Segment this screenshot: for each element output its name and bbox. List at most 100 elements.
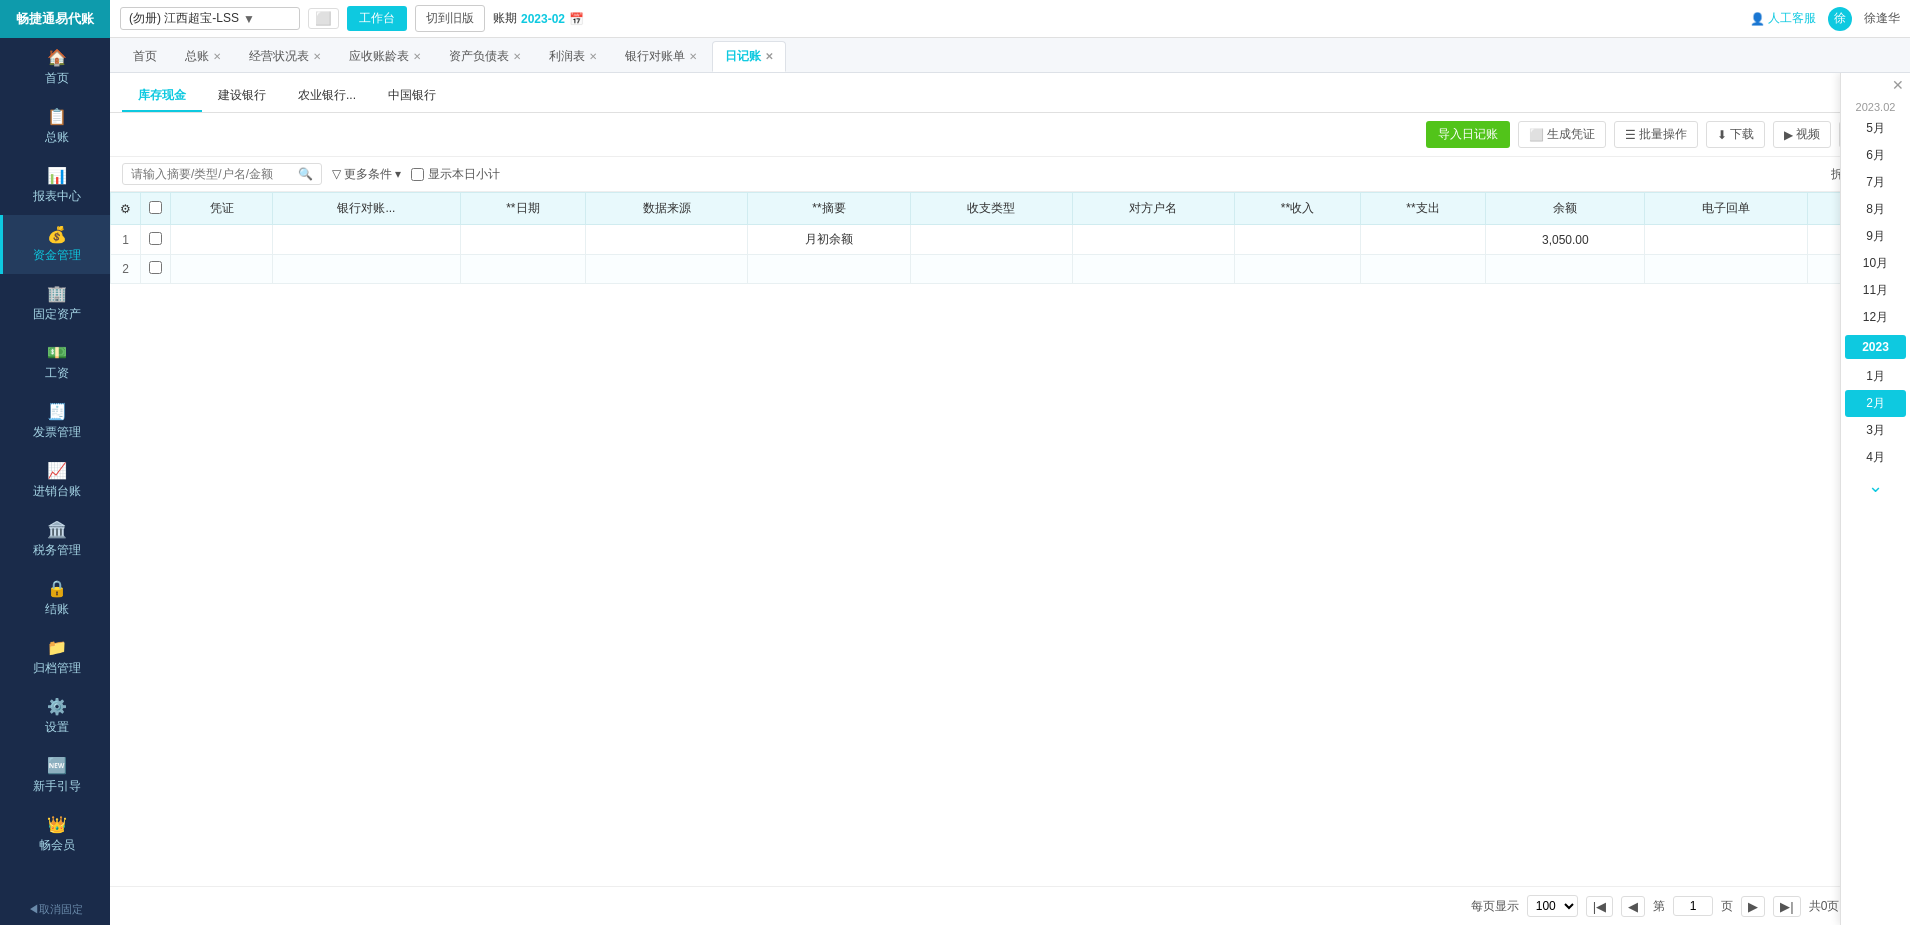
video-button[interactable]: ▶ 视频 (1773, 121, 1831, 148)
settings-icon: ⚙️ (47, 697, 67, 716)
prev-page-button[interactable]: ◀ (1621, 896, 1645, 917)
daily-subtotal-label: 显示本日小计 (428, 166, 500, 183)
sidebar-item-report[interactable]: 📊 报表中心 (0, 156, 110, 215)
first-page-button[interactable]: |◀ (1586, 896, 1613, 917)
date-month-prev7[interactable]: 11月 (1841, 277, 1910, 304)
download-button[interactable]: ⬇ 下载 (1706, 121, 1765, 148)
tab-assets-label: 资产负债表 (449, 48, 509, 65)
date-month-prev1[interactable]: 5月 (1841, 115, 1910, 142)
bank-tab-construction[interactable]: 建设银行 (202, 81, 282, 112)
sidebar-item-label: 总账 (45, 129, 69, 146)
date-panel-down-icon[interactable]: ⌄ (1841, 471, 1910, 501)
sidebar-item-label: 发票管理 (33, 424, 81, 441)
user-name: 徐逢华 (1864, 10, 1900, 27)
sidebar-item-closing[interactable]: 🔒 结账 (0, 569, 110, 628)
journal-table: ⚙ 凭证 银行对账... **日期 数据来源 **摘要 收支类型 对方户名 **… (110, 192, 1910, 284)
date-panel: ✕ 2023.02 5月 6月 7月 8月 9月 10月 11月 12月 202… (1840, 73, 1910, 925)
date-month-prev5[interactable]: 9月 (1841, 223, 1910, 250)
col-check[interactable] (141, 193, 171, 225)
oldver-button[interactable]: 切到旧版 (415, 5, 485, 32)
tab-general-close[interactable]: ✕ (213, 51, 221, 62)
tab-bankstatement[interactable]: 银行对账单 ✕ (612, 41, 710, 72)
tab-assets-close[interactable]: ✕ (513, 51, 521, 62)
sidebar-item-label: 新手引导 (33, 778, 81, 795)
import-journal-button[interactable]: 导入日记账 (1426, 121, 1510, 148)
bank-tab-cash[interactable]: 库存现金 (122, 81, 202, 112)
tab-manage[interactable]: 经营状况表 ✕ (236, 41, 334, 72)
batch-icon: ☰ (1625, 128, 1636, 142)
page-number-input[interactable] (1673, 896, 1713, 916)
date-month-4[interactable]: 4月 (1841, 444, 1910, 471)
row1-checkbox[interactable] (149, 232, 162, 245)
daily-subtotal-check[interactable] (411, 168, 424, 181)
daily-subtotal-checkbox[interactable]: 显示本日小计 (411, 166, 500, 183)
bank-tab-china[interactable]: 中国银行 (372, 81, 452, 112)
row2-check[interactable] (141, 255, 171, 284)
search-input[interactable] (131, 167, 294, 181)
report-icon: 📊 (47, 166, 67, 185)
date-month-3[interactable]: 3月 (1841, 417, 1910, 444)
col-settings[interactable]: ⚙ (111, 193, 141, 225)
sidebar-item-label: 首页 (45, 70, 69, 87)
sidebar-item-settings[interactable]: ⚙️ 设置 (0, 687, 110, 746)
date-month-prev6[interactable]: 10月 (1841, 250, 1910, 277)
row1-summary: 月初余额 (748, 225, 910, 255)
closing-icon: 🔒 (47, 579, 67, 598)
sidebar-item-finance[interactable]: 💰 资金管理 (0, 215, 110, 274)
tab-journal-close[interactable]: ✕ (765, 51, 773, 62)
tab-profit-close[interactable]: ✕ (589, 51, 597, 62)
tab-home[interactable]: 首页 (120, 41, 170, 72)
tab-journal[interactable]: 日记账 ✕ (712, 41, 786, 72)
date-month-prev2[interactable]: 6月 (1841, 142, 1910, 169)
sidebar-item-home[interactable]: 🏠 首页 (0, 38, 110, 97)
row2-bank-match (273, 255, 460, 284)
unpin-button[interactable]: ◀取消固定 (0, 894, 110, 925)
date-year-2023[interactable]: 2023 (1845, 335, 1906, 359)
tab-manage-close[interactable]: ✕ (313, 51, 321, 62)
sidebar-item-label: 工资 (45, 365, 69, 382)
sidebar-item-guide[interactable]: 🆕 新手引导 (0, 746, 110, 805)
sidebar-item-salary[interactable]: 💵 工资 (0, 333, 110, 392)
row1-voucher (171, 225, 273, 255)
action-toolbar: 导入日记账 ⬜ 生成凭证 ☰ 批量操作 ⬇ 下载 ▶ 视频 (110, 113, 1910, 157)
sidebar-item-inout[interactable]: 📈 进销台账 (0, 451, 110, 510)
row1-bank-match (273, 225, 460, 255)
per-page-select[interactable]: 100 50 200 (1527, 895, 1578, 917)
user-service[interactable]: 👤 人工客服 (1750, 10, 1816, 27)
archive-icon: 📁 (47, 638, 67, 657)
tab-bankstatement-close[interactable]: ✕ (689, 51, 697, 62)
tab-profit[interactable]: 利润表 ✕ (536, 41, 610, 72)
batch-button[interactable]: ☰ 批量操作 (1614, 121, 1698, 148)
sidebar-item-invoice[interactable]: 🧾 发票管理 (0, 392, 110, 451)
date-month-prev4[interactable]: 8月 (1841, 196, 1910, 223)
sidebar-item-member[interactable]: 👑 畅会员 (0, 805, 110, 864)
date-month-2[interactable]: 2月 (1845, 390, 1906, 417)
search-box[interactable]: 🔍 (122, 163, 322, 185)
check-all[interactable] (149, 201, 162, 214)
row2-ereceipt (1645, 255, 1807, 284)
company-selector[interactable]: (勿册) 江西超宝-LSS ▼ (120, 7, 300, 30)
row1-check[interactable] (141, 225, 171, 255)
bank-tab-agriculture[interactable]: 农业银行... (282, 81, 372, 112)
sidebar-item-tax[interactable]: 🏛️ 税务管理 (0, 510, 110, 569)
tab-general[interactable]: 总账 ✕ (172, 41, 234, 72)
sidebar-item-archive[interactable]: 📁 归档管理 (0, 628, 110, 687)
generate-voucher-button[interactable]: ⬜ 生成凭证 (1518, 121, 1606, 148)
row2-checkbox[interactable] (149, 261, 162, 274)
workbench-button[interactable]: 工作台 (347, 6, 407, 31)
date-month-prev8[interactable]: 12月 (1841, 304, 1910, 331)
next-page-button[interactable]: ▶ (1741, 896, 1765, 917)
date-panel-close[interactable]: ✕ (1841, 73, 1910, 97)
date-month-prev3[interactable]: 7月 (1841, 169, 1910, 196)
sidebar-item-fixed[interactable]: 🏢 固定资产 (0, 274, 110, 333)
row2-counterpart (1072, 255, 1234, 284)
calendar-icon[interactable]: 📅 (569, 12, 584, 26)
sidebar-item-general[interactable]: 📋 总账 (0, 97, 110, 156)
tab-receivable-close[interactable]: ✕ (413, 51, 421, 62)
date-month-1[interactable]: 1月 (1841, 363, 1910, 390)
copy-button[interactable]: ⬜ (308, 8, 339, 29)
last-page-button[interactable]: ▶| (1773, 896, 1800, 917)
more-conditions-button[interactable]: ▽ 更多条件 ▾ (332, 166, 401, 183)
tab-receivable[interactable]: 应收账龄表 ✕ (336, 41, 434, 72)
tab-assets[interactable]: 资产负债表 ✕ (436, 41, 534, 72)
